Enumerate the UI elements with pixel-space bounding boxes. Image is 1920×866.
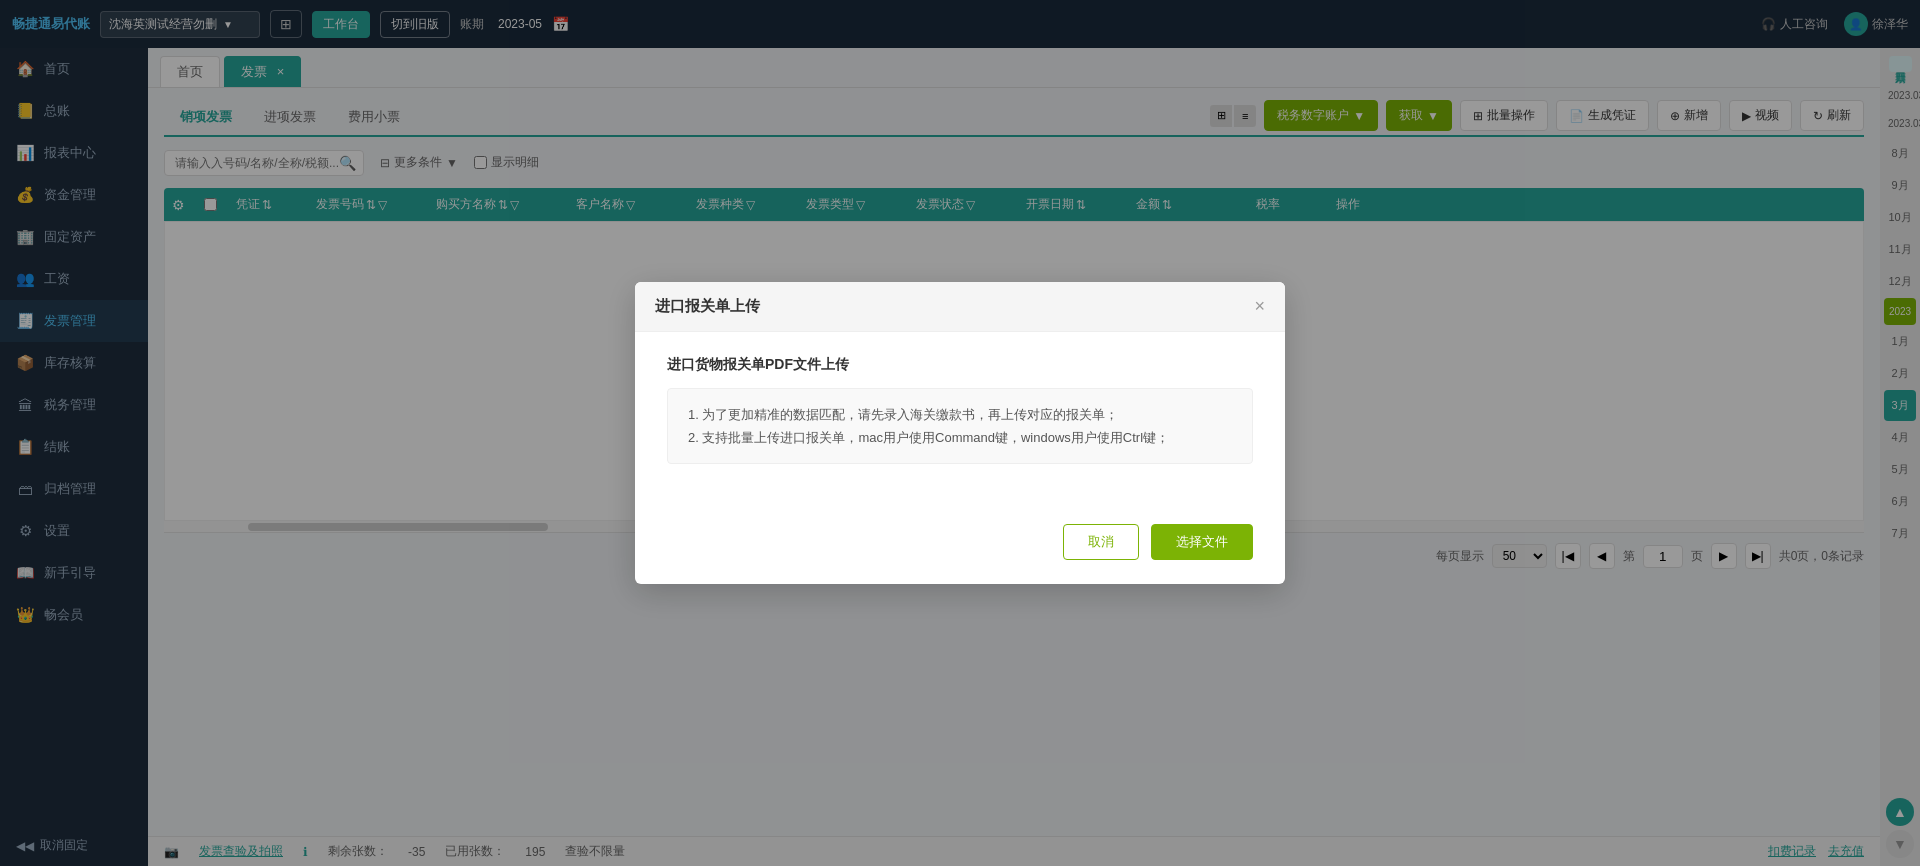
- modal-close-button[interactable]: ×: [1254, 296, 1265, 317]
- modal-info-item-2: 2. 支持批量上传进口报关单，mac用户使用Command键，windows用户…: [688, 426, 1232, 449]
- modal-info-box: 1. 为了更加精准的数据匹配，请先录入海关缴款书，再上传对应的报关单； 2. 支…: [667, 388, 1253, 465]
- modal-select-file-button[interactable]: 选择文件: [1151, 524, 1253, 560]
- modal-footer: 取消 选择文件: [635, 508, 1285, 584]
- modal-header: 进口报关单上传 ×: [635, 282, 1285, 332]
- modal-info-item-1: 1. 为了更加精准的数据匹配，请先录入海关缴款书，再上传对应的报关单；: [688, 403, 1232, 426]
- modal-title: 进口报关单上传: [655, 297, 760, 316]
- modal-cancel-button[interactable]: 取消: [1063, 524, 1139, 560]
- modal-section-title: 进口货物报关单PDF文件上传: [667, 356, 1253, 374]
- modal-body: 进口货物报关单PDF文件上传 1. 为了更加精准的数据匹配，请先录入海关缴款书，…: [635, 332, 1285, 509]
- modal-overlay[interactable]: 进口报关单上传 × 进口货物报关单PDF文件上传 1. 为了更加精准的数据匹配，…: [0, 0, 1920, 866]
- import-customs-modal: 进口报关单上传 × 进口货物报关单PDF文件上传 1. 为了更加精准的数据匹配，…: [635, 282, 1285, 585]
